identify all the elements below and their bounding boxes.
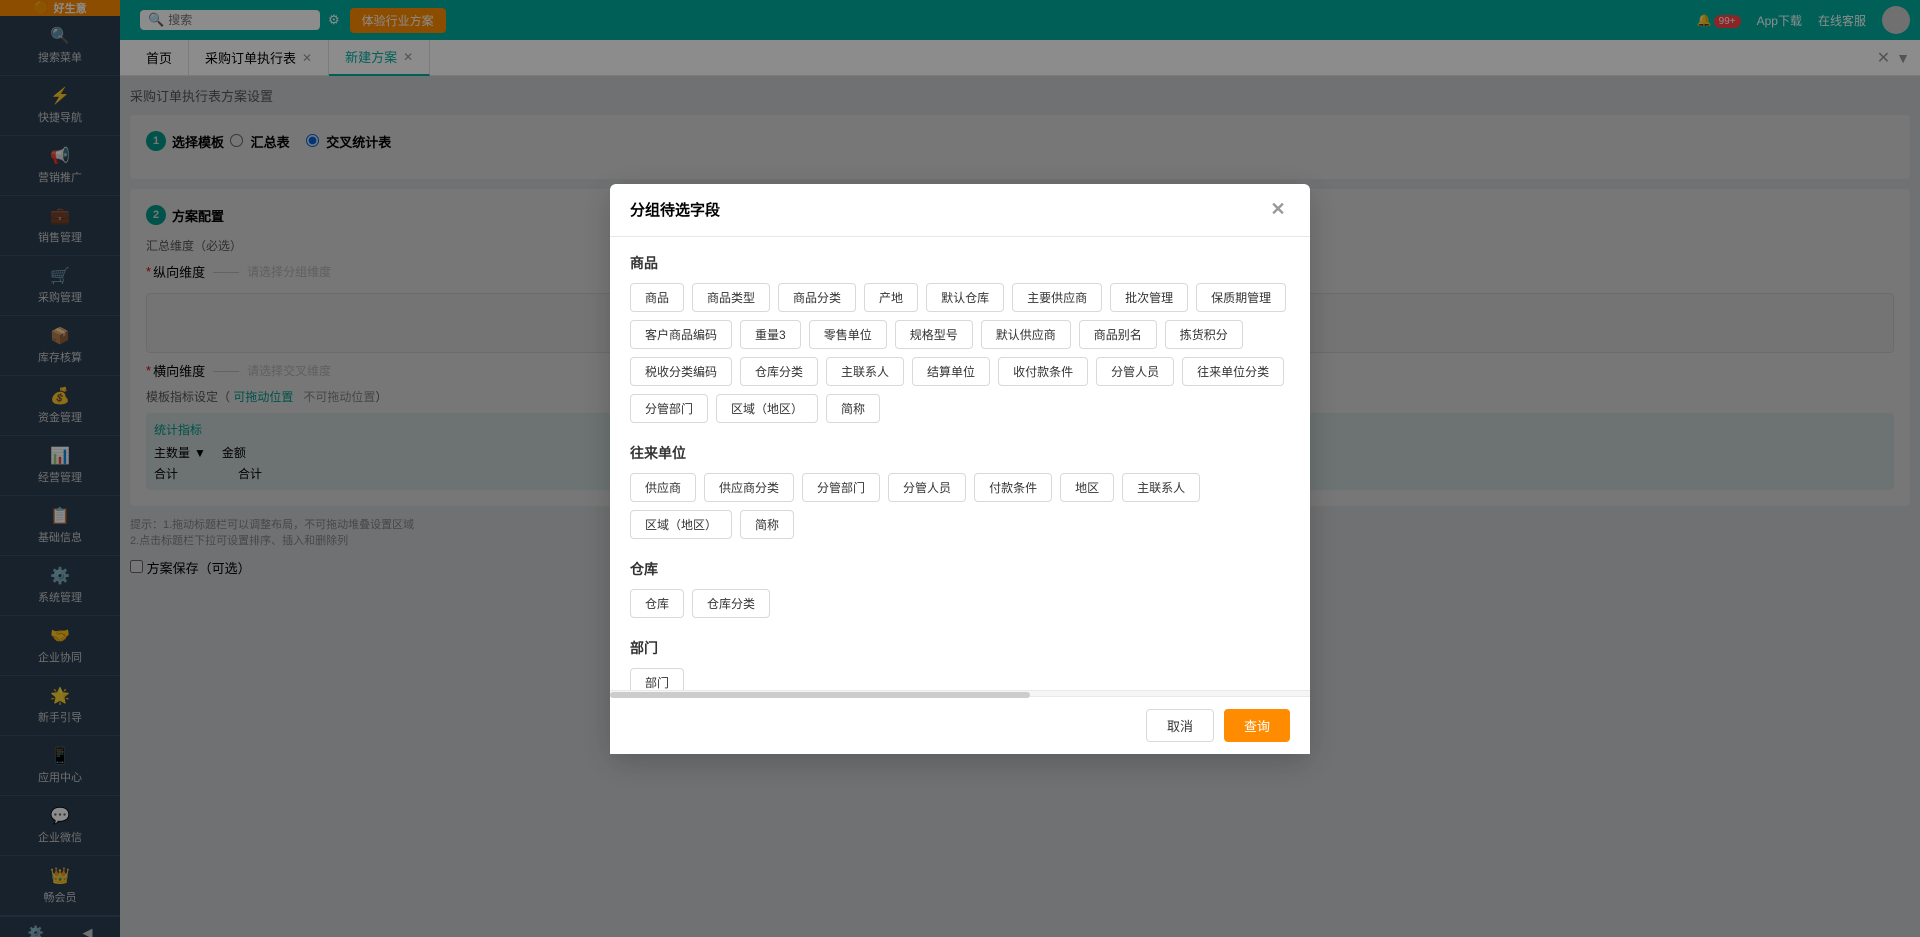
field-tag-0-0[interactable]: 商品 [630,283,684,312]
field-section-0: 商品商品商品类型商品分类产地默认仓库主要供应商批次管理保质期管理客户商品编码重量… [630,253,1290,423]
field-tag-0-23[interactable]: 区域（地区） [716,394,818,423]
modal-body: 商品商品商品类型商品分类产地默认仓库主要供应商批次管理保质期管理客户商品编码重量… [610,237,1310,691]
field-tag-1-8[interactable]: 简称 [740,510,794,539]
field-tag-1-6[interactable]: 主联系人 [1122,473,1200,502]
field-tag-1-0[interactable]: 供应商 [630,473,696,502]
field-section-1: 往来单位供应商供应商分类分管部门分管人员付款条件地区主联系人区域（地区） 简称 [630,443,1290,539]
field-tag-0-19[interactable]: 收付款条件 [998,357,1088,386]
confirm-button[interactable]: 查询 [1224,709,1290,742]
field-tag-1-1[interactable]: 供应商分类 [704,473,794,502]
field-grid-0: 商品商品类型商品分类产地默认仓库主要供应商批次管理保质期管理客户商品编码重量3 零… [630,283,1290,423]
field-tag-0-22[interactable]: 分管部门 [630,394,708,423]
field-tag-0-17[interactable]: 主联系人 [826,357,904,386]
field-tag-1-4[interactable]: 付款条件 [974,473,1052,502]
field-tag-0-21[interactable]: 往来单位分类 [1182,357,1284,386]
field-tag-0-9[interactable]: 重量3 [740,320,801,349]
field-tag-0-15[interactable]: 税收分类编码 [630,357,732,386]
modal-title: 分组待选字段 [630,199,720,220]
field-tag-0-10[interactable]: 零售单位 [809,320,887,349]
field-tag-1-5[interactable]: 地区 [1060,473,1114,502]
modal-select-fields: 分组待选字段 ✕ 商品商品商品类型商品分类产地默认仓库主要供应商批次管理保质期管… [610,184,1310,754]
field-tag-0-24[interactable]: 简称 [826,394,880,423]
field-tag-0-7[interactable]: 保质期管理 [1196,283,1286,312]
field-tag-1-3[interactable]: 分管人员 [888,473,966,502]
field-tag-0-11[interactable]: 规格型号 [895,320,973,349]
field-tag-0-5[interactable]: 主要供应商 [1012,283,1102,312]
field-tag-0-2[interactable]: 商品分类 [778,283,856,312]
field-tag-0-20[interactable]: 分管人员 [1096,357,1174,386]
field-tag-1-7[interactable]: 区域（地区） [630,510,732,539]
field-tag-0-18[interactable]: 结算单位 [912,357,990,386]
field-section-title-0: 商品 [630,253,1290,273]
field-tag-0-6[interactable]: 批次管理 [1110,283,1188,312]
field-section-2: 仓库仓库仓库分类 [630,559,1290,618]
field-tag-0-8[interactable]: 客户商品编码 [630,320,732,349]
modal-header: 分组待选字段 ✕ [610,184,1310,237]
modal-close-btn[interactable]: ✕ [1266,198,1290,222]
field-tag-3-0[interactable]: 部门 [630,668,684,691]
field-tag-2-0[interactable]: 仓库 [630,589,684,618]
field-section-title-3: 部门 [630,638,1290,658]
field-tag-0-12[interactable]: 默认供应商 [981,320,1071,349]
modal-footer: 取消 查询 [610,696,1310,754]
field-tag-0-13[interactable]: 商品别名 [1079,320,1157,349]
field-tag-1-2[interactable]: 分管部门 [802,473,880,502]
field-grid-2: 仓库仓库分类 [630,589,1290,618]
field-tag-2-1[interactable]: 仓库分类 [692,589,770,618]
modal-hscroll[interactable] [610,690,1310,695]
field-grid-3: 部门 [630,668,1290,691]
field-section-3: 部门部门 [630,638,1290,691]
hscroll-thumb [610,692,1030,698]
field-section-title-2: 仓库 [630,559,1290,579]
field-tag-0-1[interactable]: 商品类型 [692,283,770,312]
cancel-button[interactable]: 取消 [1146,709,1214,742]
field-tag-0-14[interactable]: 拣货积分 [1165,320,1243,349]
field-grid-1: 供应商供应商分类分管部门分管人员付款条件地区主联系人区域（地区） 简称 [630,473,1290,539]
field-tag-0-16[interactable]: 仓库分类 [740,357,818,386]
field-tag-0-4[interactable]: 默认仓库 [926,283,1004,312]
field-tag-0-3[interactable]: 产地 [864,283,918,312]
field-section-title-1: 往来单位 [630,443,1290,463]
